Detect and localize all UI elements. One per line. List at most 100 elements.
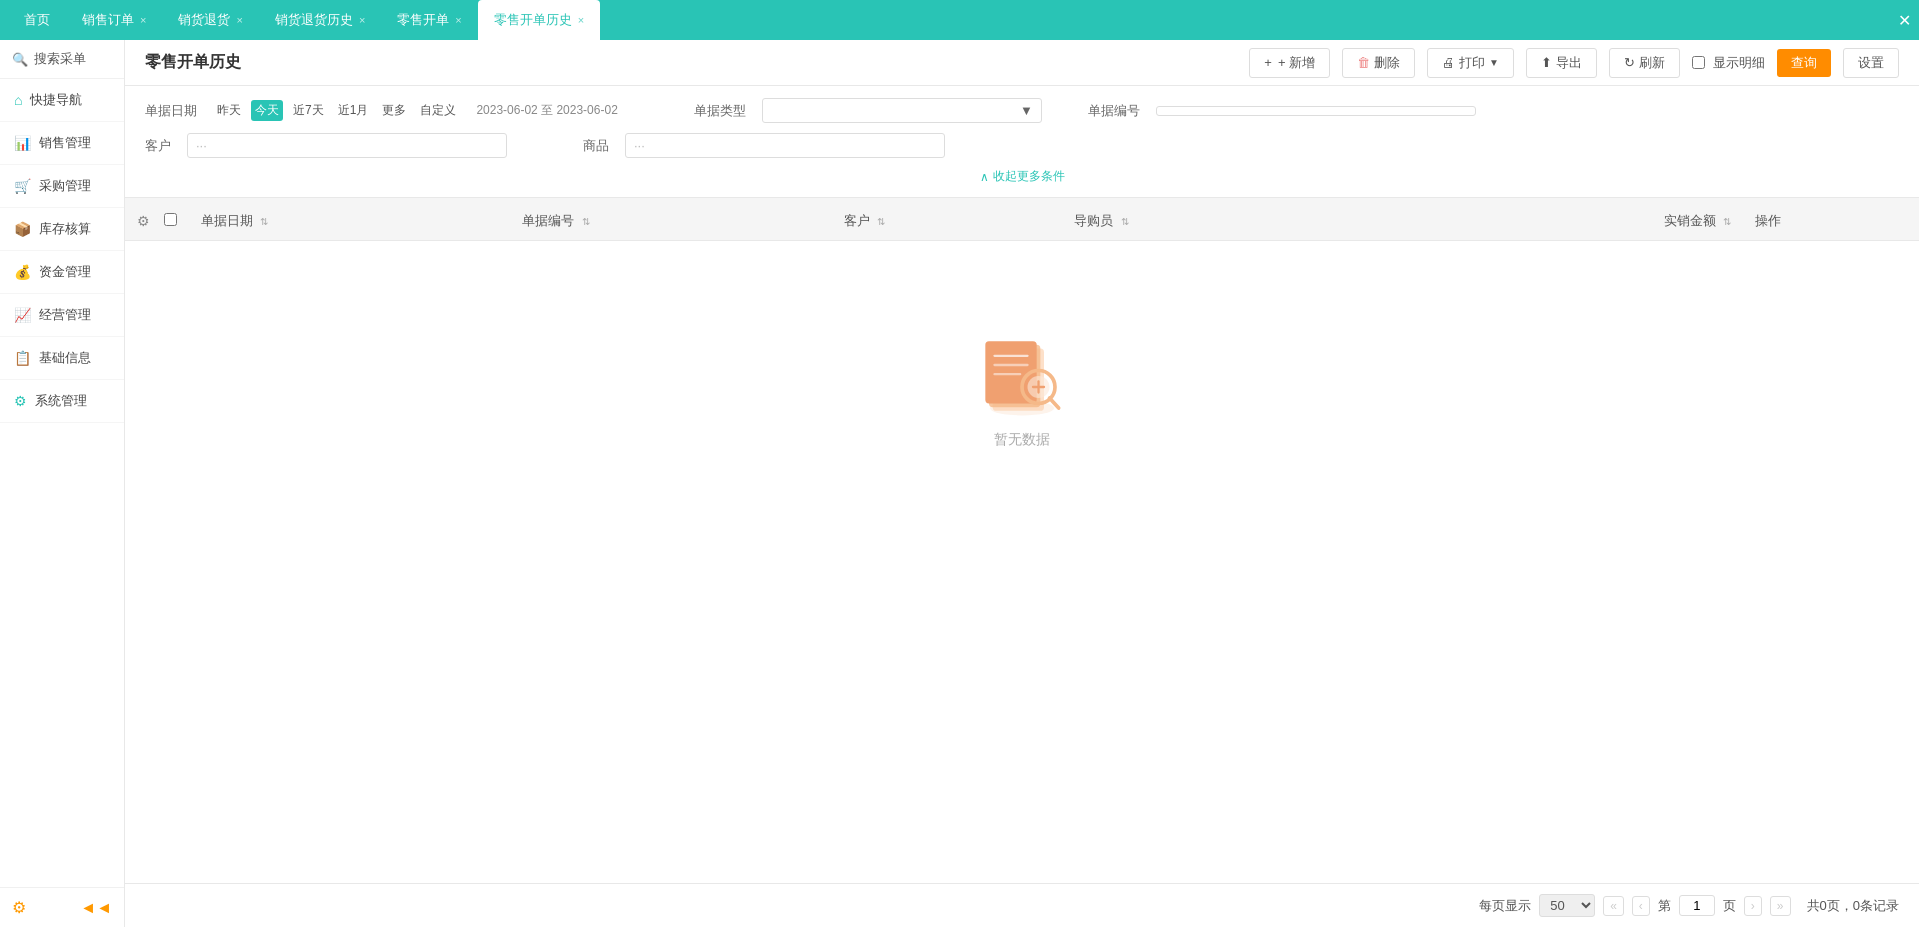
display-detail-input[interactable] [1692,56,1705,69]
empty-text: 暂无数据 [994,431,1050,449]
goods-dots: ··· [634,138,645,153]
main-layout: 🔍 搜索采单 ⌂ 快捷导航 📊 销售管理 🛒 采购管理 📦 库存核算 💰 资金管… [0,40,1919,927]
empty-illustration [967,321,1077,431]
customer-dots: ··· [196,138,207,153]
per-page-label: 每页显示 [1479,897,1531,915]
goods-label: 商品 [583,137,609,155]
total-label: 共0页，0条记录 [1807,897,1899,915]
first-page-btn[interactable]: « [1603,896,1624,916]
main-table: ⚙ 单据日期 ⇅ 单据编号 ⇅ 客户 ⇅ [125,202,1919,529]
export-button[interactable]: ⬆ 导出 [1526,48,1597,78]
sort-salesperson-icon[interactable]: ⇅ [1121,216,1129,227]
tab-home[interactable]: 首页 [8,0,66,40]
collapse-row: ∧ 收起更多条件 [145,168,1899,185]
delete-button[interactable]: 🗑 删除 [1342,48,1415,78]
th-number: 单据编号 ⇅ [510,202,832,241]
settings-button[interactable]: 设置 [1843,48,1899,78]
add-icon: + [1264,55,1272,70]
collapse-up-icon: ∧ [980,170,989,184]
sidebar-item-quick-nav[interactable]: ⌂ 快捷导航 [0,79,124,122]
close-tab-sales-return-history[interactable]: × [359,14,365,26]
prev-page-btn[interactable]: ‹ [1632,896,1650,916]
sort-date-icon[interactable]: ⇅ [260,216,268,227]
search-icon: 🔍 [12,52,28,67]
tab-sales-return-history[interactable]: 销货退货历史 × [259,0,381,40]
empty-state-row: 暂无数据 [125,241,1919,530]
tab-retail-open-history[interactable]: 零售开单历史 × [478,0,600,40]
customer-input[interactable]: ··· [187,133,507,158]
print-icon: 🖨 [1442,55,1455,70]
pagination: 每页显示 50 20 100 « ‹ 第 页 › » 共0页，0条记录 [125,883,1919,927]
header-actions: + + 新增 🗑 删除 🖨 打印 ▼ ⬆ 导出 ↻ [1249,48,1899,78]
date-1month[interactable]: 近1月 [334,100,373,121]
next-page-btn[interactable]: › [1744,896,1762,916]
date-label: 单据日期 [145,102,197,120]
select-all-checkbox[interactable] [164,213,177,226]
last-page-btn[interactable]: » [1770,896,1791,916]
delete-icon: 🗑 [1357,55,1370,70]
query-button[interactable]: 查询 [1777,49,1831,77]
date-today[interactable]: 今天 [251,100,283,121]
sidebar-item-sales-mgmt[interactable]: 📊 销售管理 [0,122,124,165]
doc-number-input[interactable] [1156,106,1476,116]
th-date: 单据日期 ⇅ [189,202,511,241]
sidebar-item-operations[interactable]: 📈 经营管理 [0,294,124,337]
refresh-button[interactable]: ↻ 刷新 [1609,48,1680,78]
sort-amount-icon[interactable]: ⇅ [1723,216,1731,227]
ops-icon: 📈 [14,307,31,323]
page-input[interactable] [1679,895,1715,916]
date-yesterday[interactable]: 昨天 [213,100,245,121]
filter-row-1: 单据日期 昨天 今天 近7天 近1月 更多 自定义 2023-06-02 至 2… [145,98,1899,123]
close-tab-retail-open-history[interactable]: × [578,14,584,26]
th-spacer [1338,202,1422,241]
settings-gear-icon[interactable]: ⚙ [12,898,26,917]
date-more[interactable]: 更多 [378,100,410,121]
tab-sales-order[interactable]: 销售订单 × [66,0,162,40]
sidebar-item-basic-info[interactable]: 📋 基础信息 [0,337,124,380]
date-7days[interactable]: 近7天 [289,100,328,121]
th-customer: 客户 ⇅ [832,202,1062,241]
display-detail-checkbox[interactable]: 显示明细 [1692,54,1765,72]
tab-sales-return[interactable]: 销货退货 × [162,0,258,40]
doc-number-label: 单据编号 [1088,102,1140,120]
per-page-select[interactable]: 50 20 100 [1539,894,1595,917]
sidebar-item-system[interactable]: ⚙ 系统管理 [0,380,124,423]
close-tab-sales-return[interactable]: × [236,14,242,26]
chart-icon: 📊 [14,135,31,151]
close-window-btn[interactable]: ✕ [1898,11,1911,30]
tab-retail-open[interactable]: 零售开单 × [381,0,477,40]
doc-type-label: 单据类型 [694,102,746,120]
content-area: 零售开单历史 + + 新增 🗑 删除 🖨 打印 ▼ ⬆ 导出 [125,40,1919,927]
close-tab-retail-open[interactable]: × [455,14,461,26]
date-range-display: 2023-06-02 至 2023-06-02 [476,102,617,119]
sidebar-item-inventory[interactable]: 📦 库存核算 [0,208,124,251]
cart-icon: 🛒 [14,178,31,194]
table-body: 暂无数据 [125,241,1919,530]
box-icon: 📦 [14,221,31,237]
nav-right-controls: ✕ [1898,11,1911,30]
th-amount: 实销金额 ⇅ [1422,202,1744,241]
sort-number-icon[interactable]: ⇅ [582,216,590,227]
doc-type-select[interactable]: ▼ [762,98,1042,123]
nav-tabs: 首页 销售订单 × 销货退货 × 销货退货历史 × 零售开单 × 零售开单历史 … [8,0,1898,40]
filter-area: 单据日期 昨天 今天 近7天 近1月 更多 自定义 2023-06-02 至 2… [125,86,1919,198]
filter-row-2: 客户 ··· 商品 ··· [145,133,1899,158]
refresh-icon: ↻ [1624,55,1635,70]
sort-customer-icon[interactable]: ⇅ [877,216,885,227]
date-custom[interactable]: 自定义 [416,100,460,121]
export-icon: ⬆ [1541,55,1552,70]
sidebar-search[interactable]: 🔍 搜索采单 [0,40,124,79]
table-header-row: ⚙ 单据日期 ⇅ 单据编号 ⇅ 客户 ⇅ [125,202,1919,241]
date-shortcuts: 昨天 今天 近7天 近1月 更多 自定义 [213,100,460,121]
add-button[interactable]: + + 新增 [1249,48,1330,78]
print-button[interactable]: 🖨 打印 ▼ [1427,48,1514,78]
table-area: ⚙ 单据日期 ⇅ 单据编号 ⇅ 客户 ⇅ [125,202,1919,883]
goods-input[interactable]: ··· [625,133,945,158]
close-tab-sales-order[interactable]: × [140,14,146,26]
collapse-sidebar-icon[interactable]: ◄◄ [80,899,112,917]
sidebar-item-finance[interactable]: 💰 资金管理 [0,251,124,294]
sidebar-item-purchase-mgmt[interactable]: 🛒 采购管理 [0,165,124,208]
collapse-button[interactable]: ∧ 收起更多条件 [980,168,1065,185]
table-settings-icon[interactable]: ⚙ [137,213,150,229]
sidebar: 🔍 搜索采单 ⌂ 快捷导航 📊 销售管理 🛒 采购管理 📦 库存核算 💰 资金管… [0,40,125,927]
